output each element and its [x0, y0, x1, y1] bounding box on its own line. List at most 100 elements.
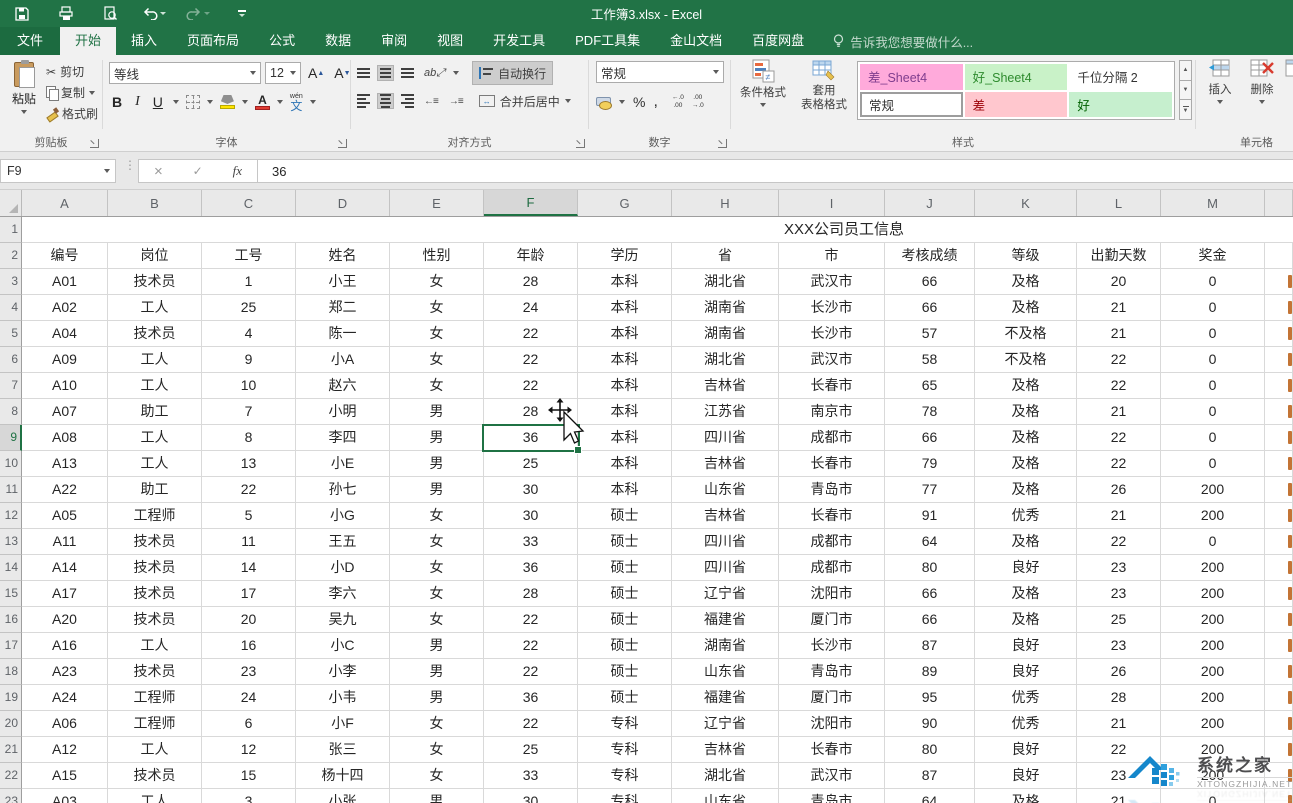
column-header-G[interactable]: G	[578, 190, 672, 216]
cell-A10[interactable]: A13	[22, 451, 108, 477]
cell-B10[interactable]: 工人	[108, 451, 202, 477]
cell-I22[interactable]: 武汉市	[779, 763, 885, 789]
cell-A21[interactable]: A12	[22, 737, 108, 763]
increase-indent-icon[interactable]: →≡	[446, 89, 466, 113]
row-header-1[interactable]: 1	[0, 217, 22, 243]
cell-D11[interactable]: 孙七	[296, 477, 390, 503]
cell-K9[interactable]: 及格	[975, 425, 1077, 451]
cell-G19[interactable]: 硕士	[578, 685, 672, 711]
cell-G15[interactable]: 硕士	[578, 581, 672, 607]
gallery-more-icon[interactable]: ▼	[1179, 99, 1192, 121]
cell-L4[interactable]: 21	[1077, 295, 1161, 321]
cell-E9[interactable]: 男	[390, 425, 484, 451]
cell-D19[interactable]: 小韦	[296, 685, 390, 711]
print-preview-icon[interactable]	[88, 0, 132, 27]
cell-C9[interactable]: 8	[202, 425, 296, 451]
cell-G6[interactable]: 本科	[578, 347, 672, 373]
align-center-icon[interactable]	[377, 93, 394, 109]
cell-D21[interactable]: 张三	[296, 737, 390, 763]
cell-M10[interactable]: 0	[1161, 451, 1265, 477]
cell-E3[interactable]: 女	[390, 269, 484, 295]
cell-E2[interactable]: 性别	[390, 243, 484, 269]
cell-E19[interactable]: 男	[390, 685, 484, 711]
row-header-17[interactable]: 17	[0, 633, 22, 659]
cell-partial-14[interactable]	[1265, 555, 1293, 581]
cell-A18[interactable]: A23	[22, 659, 108, 685]
cell-K7[interactable]: 及格	[975, 373, 1077, 399]
cell-F9[interactable]: 36	[484, 425, 578, 451]
cell-partial-10[interactable]	[1265, 451, 1293, 477]
tab-开发工具[interactable]: 开发工具	[478, 27, 560, 55]
cell-A6[interactable]: A09	[22, 347, 108, 373]
cell-J16[interactable]: 66	[885, 607, 975, 633]
cell-B3[interactable]: 技术员	[108, 269, 202, 295]
cell-B21[interactable]: 工人	[108, 737, 202, 763]
cell-H20[interactable]: 辽宁省	[672, 711, 779, 737]
align-bottom-icon[interactable]	[399, 65, 416, 81]
cell-D4[interactable]: 郑二	[296, 295, 390, 321]
cell-A8[interactable]: A07	[22, 399, 108, 425]
cell-E13[interactable]: 女	[390, 529, 484, 555]
cell-J3[interactable]: 66	[885, 269, 975, 295]
cell-C21[interactable]: 12	[202, 737, 296, 763]
cell-H17[interactable]: 湖南省	[672, 633, 779, 659]
cell-H19[interactable]: 福建省	[672, 685, 779, 711]
cell-partial-22[interactable]	[1265, 763, 1293, 789]
cell-G13[interactable]: 硕士	[578, 529, 672, 555]
cell-A13[interactable]: A11	[22, 529, 108, 555]
number-format-combo[interactable]: 常规	[596, 61, 724, 83]
cell-L10[interactable]: 22	[1077, 451, 1161, 477]
cell-D22[interactable]: 杨十四	[296, 763, 390, 789]
cell-F2[interactable]: 年龄	[484, 243, 578, 269]
number-dialog-launcher[interactable]	[718, 139, 727, 148]
clipboard-dialog-launcher[interactable]	[90, 139, 99, 148]
cell-L22[interactable]: 23	[1077, 763, 1161, 789]
cell-D6[interactable]: 小A	[296, 347, 390, 373]
cell-B7[interactable]: 工人	[108, 373, 202, 399]
cell-J17[interactable]: 87	[885, 633, 975, 659]
cell-C19[interactable]: 24	[202, 685, 296, 711]
cell-J15[interactable]: 66	[885, 581, 975, 607]
cell-B4[interactable]: 工人	[108, 295, 202, 321]
cell-A15[interactable]: A17	[22, 581, 108, 607]
cell-A16[interactable]: A20	[22, 607, 108, 633]
column-header-F[interactable]: F	[484, 190, 578, 216]
cell-L8[interactable]: 21	[1077, 399, 1161, 425]
cell-I14[interactable]: 成都市	[779, 555, 885, 581]
cell-partial-11[interactable]	[1265, 477, 1293, 503]
column-header-A[interactable]: A	[22, 190, 108, 216]
cell-D17[interactable]: 小C	[296, 633, 390, 659]
cell-C3[interactable]: 1	[202, 269, 296, 295]
cell-I10[interactable]: 长春市	[779, 451, 885, 477]
cell-partial-15[interactable]	[1265, 581, 1293, 607]
cell-B13[interactable]: 技术员	[108, 529, 202, 555]
select-all-corner[interactable]	[0, 190, 22, 216]
cell-F15[interactable]: 28	[484, 581, 578, 607]
cell-H6[interactable]: 湖北省	[672, 347, 779, 373]
column-header-B[interactable]: B	[108, 190, 202, 216]
underline-button[interactable]: U	[150, 90, 166, 114]
cell-F7[interactable]: 22	[484, 373, 578, 399]
cell-D2[interactable]: 姓名	[296, 243, 390, 269]
cell-G11[interactable]: 本科	[578, 477, 672, 503]
undo-caret[interactable]	[160, 12, 166, 15]
cell-G7[interactable]: 本科	[578, 373, 672, 399]
cell-partial-16[interactable]	[1265, 607, 1293, 633]
cell-D12[interactable]: 小G	[296, 503, 390, 529]
cell-K4[interactable]: 及格	[975, 295, 1077, 321]
cell-C4[interactable]: 25	[202, 295, 296, 321]
row-header-21[interactable]: 21	[0, 737, 22, 763]
cell-H16[interactable]: 福建省	[672, 607, 779, 633]
font-size-combo[interactable]: 12	[265, 62, 301, 84]
cell-I19[interactable]: 厦门市	[779, 685, 885, 711]
cell-A23[interactable]: A03	[22, 789, 108, 803]
cell-H23[interactable]: 山东省	[672, 789, 779, 803]
cell-H22[interactable]: 湖北省	[672, 763, 779, 789]
cell-B11[interactable]: 助工	[108, 477, 202, 503]
cell-I21[interactable]: 长春市	[779, 737, 885, 763]
cell-E22[interactable]: 女	[390, 763, 484, 789]
cell-A3[interactable]: A01	[22, 269, 108, 295]
cell-G8[interactable]: 本科	[578, 399, 672, 425]
row-header-13[interactable]: 13	[0, 529, 22, 555]
align-middle-icon[interactable]	[377, 65, 394, 81]
